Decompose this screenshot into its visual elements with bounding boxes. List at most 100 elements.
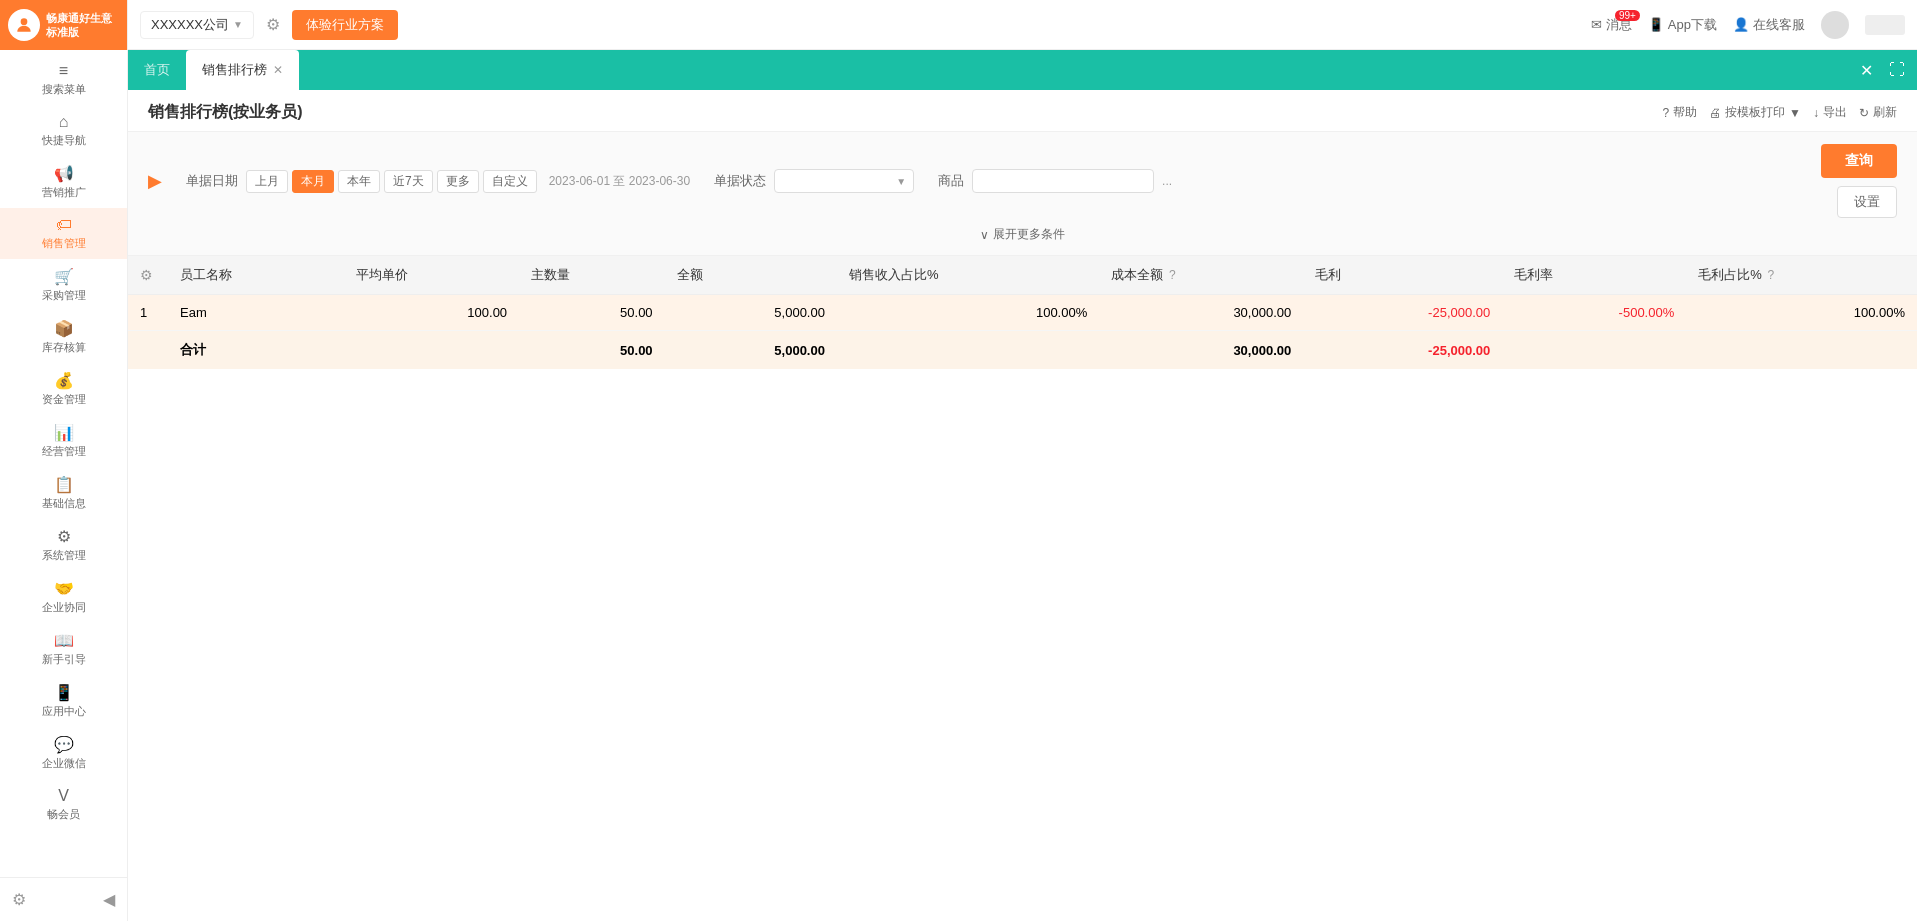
- avatar[interactable]: [1821, 11, 1849, 39]
- date-range-text: 2023-06-01 至 2023-06-30: [549, 173, 690, 190]
- gross-pct-help-icon[interactable]: ?: [1767, 268, 1774, 282]
- operations-icon: 📊: [54, 423, 74, 442]
- col-gross-margin: 毛利率: [1502, 256, 1686, 295]
- date-label: 单据日期: [186, 172, 238, 190]
- footer-main-qty: 50.00: [519, 331, 665, 370]
- sidebar-item-inventory[interactable]: 📦 库存核算: [0, 311, 127, 363]
- trial-button[interactable]: 体验行业方案: [292, 10, 398, 40]
- message-badge: 99+: [1615, 10, 1640, 21]
- sidebar-item-basic-info[interactable]: 📋 基础信息: [0, 467, 127, 519]
- filter-collapse-icon[interactable]: ▶: [148, 170, 162, 192]
- sidebar-settings-btn[interactable]: ⚙: [8, 886, 30, 913]
- filter-area: ▶ 单据日期 上月 本月 本年 近7天 更多 自定义 2023-06-01 至 …: [128, 132, 1917, 256]
- expand-conditions-button[interactable]: ∨ 展开更多条件: [980, 226, 1065, 243]
- col-settings: ⚙: [128, 256, 168, 295]
- svg-point-0: [21, 18, 28, 25]
- sidebar-nav: ≡ 搜索菜单 ⌂ 快捷导航 📢 营销推广 🏷 销售管理 🛒 采购管理 📦 库存核…: [0, 50, 127, 877]
- more-btn[interactable]: 更多: [437, 170, 479, 193]
- tab-home-label: 首页: [144, 61, 170, 79]
- sidebar-item-operations[interactable]: 📊 经营管理: [0, 415, 127, 467]
- service-icon: 👤: [1733, 17, 1749, 32]
- sidebar-item-search-order[interactable]: ≡ 搜索菜单: [0, 54, 127, 105]
- sidebar-item-label: 经营管理: [42, 444, 86, 459]
- sidebar-item-sales[interactable]: 🏷 销售管理: [0, 208, 127, 259]
- custom-btn[interactable]: 自定义: [483, 170, 537, 193]
- company-selector[interactable]: XXXXXX公司 ▼: [140, 11, 254, 39]
- help-button[interactable]: ? 帮助: [1662, 104, 1697, 121]
- prev-month-btn[interactable]: 上月: [246, 170, 288, 193]
- search-order-icon: ≡: [59, 62, 68, 80]
- table-footer-row: 合计 50.00 5,000.00 30,000.00 -25,000.00: [128, 331, 1917, 370]
- status-select[interactable]: [774, 169, 914, 193]
- sidebar-item-marketing[interactable]: 📢 营销推广: [0, 156, 127, 208]
- basic-info-icon: 📋: [54, 475, 74, 494]
- expand-label: 展开更多条件: [993, 226, 1065, 243]
- export-button[interactable]: ↓ 导出: [1813, 104, 1847, 121]
- footer-gross-margin: [1502, 331, 1686, 370]
- tab-sales-rank-label: 销售排行榜: [202, 61, 267, 79]
- page-actions: ? 帮助 🖨 按模板打印 ▼ ↓ 导出 ↻ 刷新: [1662, 104, 1897, 121]
- this-month-btn[interactable]: 本月: [292, 170, 334, 193]
- table-row: 1 Eam 100.00 50.00 5,000.00 100.00% 30,0…: [128, 295, 1917, 331]
- header: XXXXXX公司 ▼ ⚙ 体验行业方案 ✉ 消息 99+ 📱 App下载 👤 在…: [128, 0, 1917, 50]
- tab-home[interactable]: 首页: [128, 50, 186, 90]
- status-select-wrapper: [774, 169, 914, 193]
- service-button[interactable]: 👤 在线客服: [1733, 16, 1805, 34]
- last-7-days-btn[interactable]: 近7天: [384, 170, 433, 193]
- settings-button[interactable]: 设置: [1837, 186, 1897, 218]
- col-cost: 成本全额 ?: [1099, 256, 1303, 295]
- header-right: ✉ 消息 99+ 📱 App下载 👤 在线客服: [1591, 11, 1905, 39]
- cell-gross-margin: -500.00%: [1502, 295, 1686, 331]
- sidebar-item-enterprise[interactable]: 🤝 企业协同: [0, 571, 127, 623]
- goods-input-container: ...: [972, 169, 1172, 193]
- message-button[interactable]: ✉ 消息 99+: [1591, 16, 1632, 34]
- sidebar-item-member[interactable]: V 畅会员: [0, 779, 127, 830]
- sidebar-item-wechat[interactable]: 💬 企业微信: [0, 727, 127, 779]
- inventory-icon: 📦: [54, 319, 74, 338]
- tab-close-icon[interactable]: ✕: [273, 63, 283, 77]
- status-label: 单据状态: [714, 172, 766, 190]
- goods-input[interactable]: [972, 169, 1154, 193]
- col-gross-pct: 毛利占比% ?: [1686, 256, 1917, 295]
- finance-icon: 💰: [54, 371, 74, 390]
- sidebar-collapse-btn[interactable]: ◀: [99, 886, 119, 913]
- sidebar-bottom: ⚙ ◀: [0, 877, 127, 921]
- expand-row: ∨ 展开更多条件: [148, 226, 1897, 243]
- col-avg-price: 平均单价: [344, 256, 520, 295]
- table-header-row: ⚙ 员工名称 平均单价 主数量 全额 销售收入占比% 成本全额 ? 毛利 毛利率…: [128, 256, 1917, 295]
- cell-cost: 30,000.00: [1099, 295, 1303, 331]
- chevron-down-icon: ▼: [233, 19, 243, 30]
- status-filter: 单据状态: [714, 169, 914, 193]
- app-download-button[interactable]: 📱 App下载: [1648, 16, 1717, 34]
- query-button[interactable]: 查询: [1821, 144, 1897, 178]
- refresh-button[interactable]: ↻ 刷新: [1859, 104, 1897, 121]
- column-settings-icon[interactable]: ⚙: [140, 267, 153, 283]
- header-settings-icon[interactable]: ⚙: [262, 11, 284, 38]
- user-name: [1865, 15, 1905, 35]
- query-actions: 查询 设置: [1821, 144, 1897, 218]
- cost-help-icon[interactable]: ?: [1169, 268, 1176, 282]
- sidebar-item-purchase[interactable]: 🛒 采购管理: [0, 259, 127, 311]
- sidebar-item-label: 系统管理: [42, 548, 86, 563]
- sidebar-item-quick-nav[interactable]: ⌂ 快捷导航: [0, 105, 127, 156]
- footer-label: 合计: [168, 331, 344, 370]
- sidebar-item-label: 新手引导: [42, 652, 86, 667]
- footer-empty: [128, 331, 168, 370]
- sidebar-item-label: 畅会员: [47, 807, 80, 822]
- this-year-btn[interactable]: 本年: [338, 170, 380, 193]
- enterprise-icon: 🤝: [54, 579, 74, 598]
- tab-close-all-icon[interactable]: ✕: [1856, 57, 1877, 84]
- tab-expand-icon[interactable]: ⛶: [1885, 57, 1909, 83]
- tab-sales-rank[interactable]: 销售排行榜 ✕: [186, 50, 299, 90]
- system-icon: ⚙: [57, 527, 71, 546]
- sidebar-item-system[interactable]: ⚙ 系统管理: [0, 519, 127, 571]
- template-print-button[interactable]: 🖨 按模板打印 ▼: [1709, 104, 1801, 121]
- sidebar-item-guide[interactable]: 📖 新手引导: [0, 623, 127, 675]
- sidebar-item-app-center[interactable]: 📱 应用中心: [0, 675, 127, 727]
- data-table: ⚙ 员工名称 平均单价 主数量 全额 销售收入占比% 成本全额 ? 毛利 毛利率…: [128, 256, 1917, 369]
- sidebar-item-label: 采购管理: [42, 288, 86, 303]
- footer-gross-pct: [1686, 331, 1917, 370]
- goods-more-icon[interactable]: ...: [1162, 174, 1172, 188]
- cell-name: Eam: [168, 295, 344, 331]
- sidebar-item-finance[interactable]: 💰 资金管理: [0, 363, 127, 415]
